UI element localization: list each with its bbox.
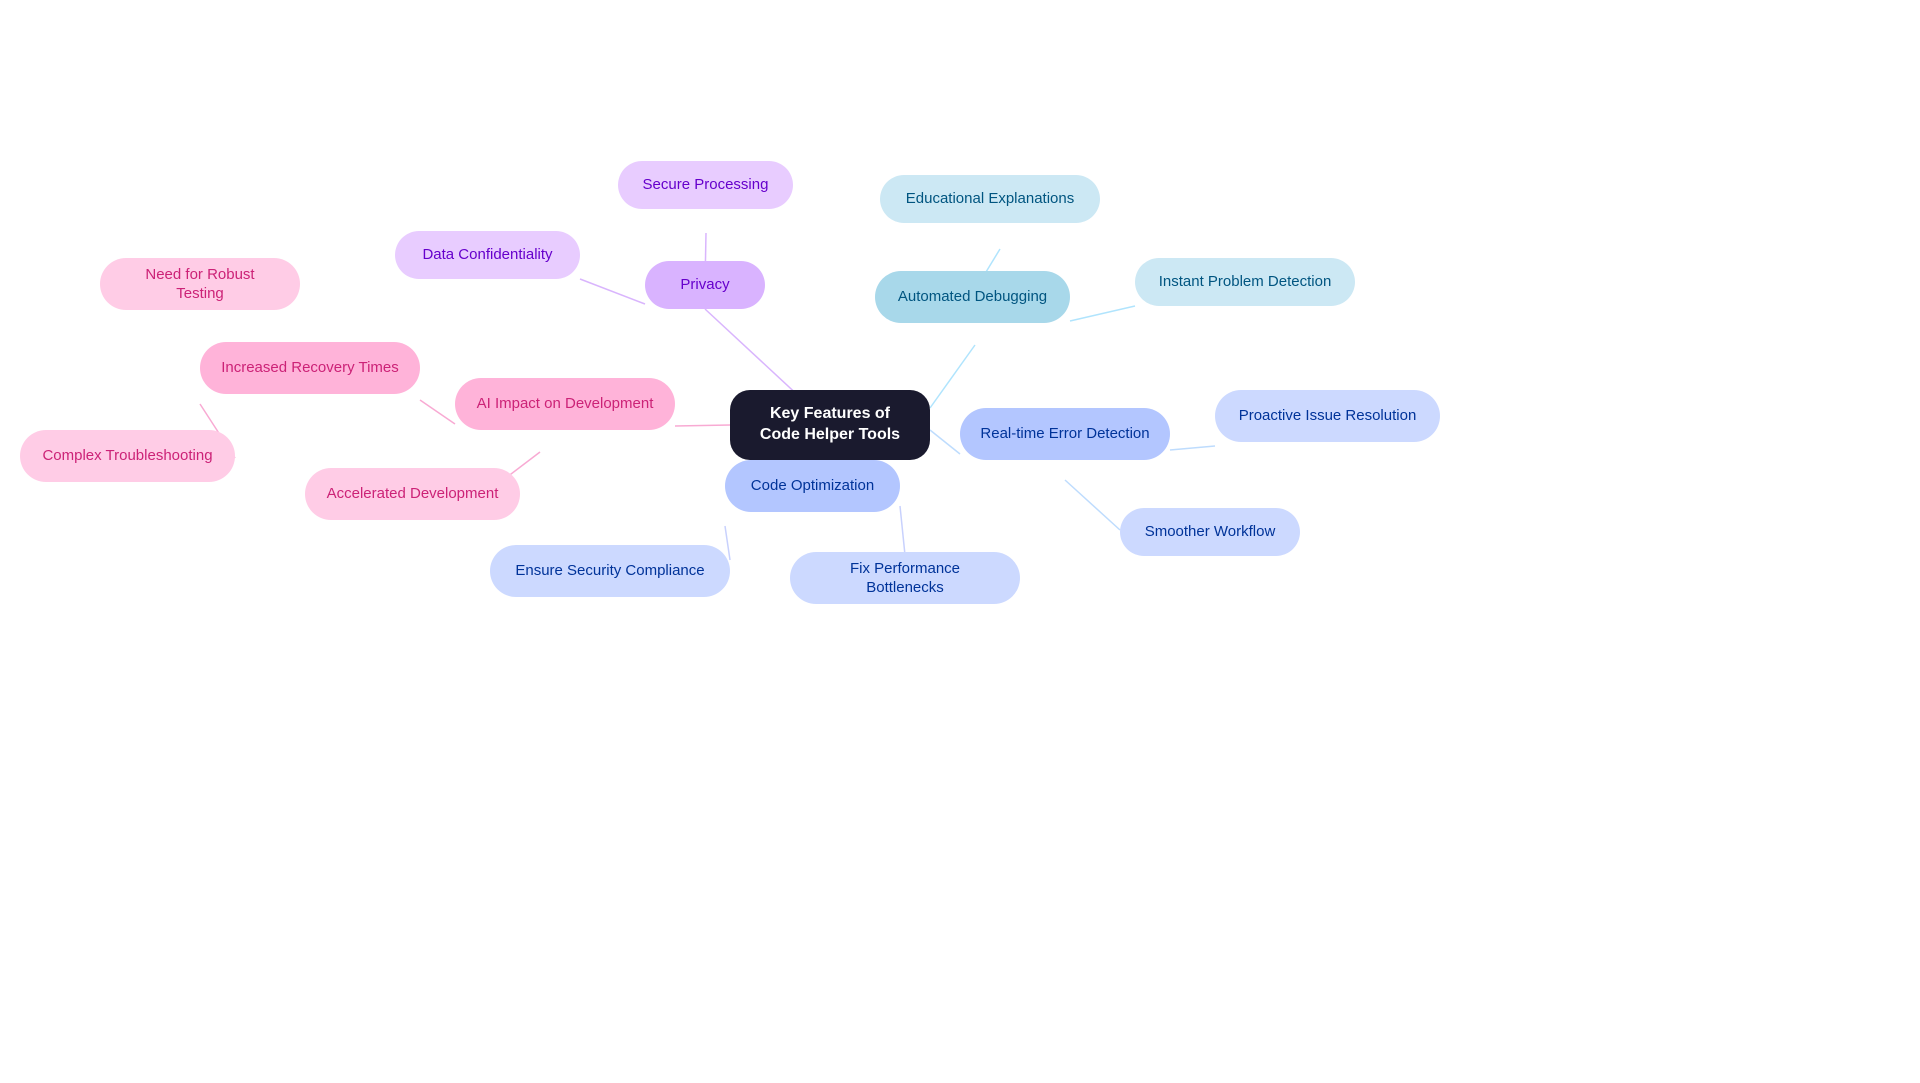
automated-debugging-node: Automated Debugging bbox=[875, 271, 1070, 323]
instant-problem-detection-node: Instant Problem Detection bbox=[1135, 258, 1355, 306]
accelerated-development-label: Accelerated Development bbox=[327, 484, 499, 504]
real-time-error-label: Real-time Error Detection bbox=[980, 424, 1149, 444]
secure-processing-node: Secure Processing bbox=[618, 161, 793, 209]
educational-explanations-label: Educational Explanations bbox=[906, 189, 1074, 209]
smoother-workflow-label: Smoother Workflow bbox=[1145, 522, 1276, 542]
ai-impact-node: AI Impact on Development bbox=[455, 378, 675, 430]
data-confidentiality-label: Data Confidentiality bbox=[422, 245, 552, 265]
ai-impact-label: AI Impact on Development bbox=[477, 394, 654, 414]
privacy-node: Privacy bbox=[645, 261, 765, 309]
secure-processing-label: Secure Processing bbox=[643, 175, 769, 195]
real-time-error-node: Real-time Error Detection bbox=[960, 408, 1170, 460]
need-robust-testing-label: Need for Robust Testing bbox=[120, 265, 280, 304]
accelerated-development-node: Accelerated Development bbox=[305, 468, 520, 520]
ensure-security-label: Ensure Security Compliance bbox=[515, 561, 704, 581]
fix-performance-node: Fix Performance Bottlenecks bbox=[790, 552, 1020, 604]
proactive-issue-label: Proactive Issue Resolution bbox=[1239, 406, 1417, 426]
ensure-security-node: Ensure Security Compliance bbox=[490, 545, 730, 597]
need-robust-testing-node: Need for Robust Testing bbox=[100, 258, 300, 310]
privacy-label: Privacy bbox=[680, 275, 729, 295]
center-label: Key Features of Code Helper Tools bbox=[750, 404, 910, 446]
educational-explanations-node: Educational Explanations bbox=[880, 175, 1100, 223]
code-optimization-node: Code Optimization bbox=[725, 460, 900, 512]
center-node: Key Features of Code Helper Tools bbox=[730, 390, 930, 460]
increased-recovery-label: Increased Recovery Times bbox=[221, 358, 399, 378]
automated-debugging-label: Automated Debugging bbox=[898, 287, 1047, 307]
instant-problem-detection-label: Instant Problem Detection bbox=[1159, 272, 1332, 292]
complex-troubleshooting-label: Complex Troubleshooting bbox=[42, 446, 212, 466]
data-confidentiality-node: Data Confidentiality bbox=[395, 231, 580, 279]
smoother-workflow-node: Smoother Workflow bbox=[1120, 508, 1300, 556]
fix-performance-label: Fix Performance Bottlenecks bbox=[810, 559, 1000, 598]
code-optimization-label: Code Optimization bbox=[751, 476, 874, 496]
proactive-issue-node: Proactive Issue Resolution bbox=[1215, 390, 1440, 442]
complex-troubleshooting-node: Complex Troubleshooting bbox=[20, 430, 235, 482]
increased-recovery-node: Increased Recovery Times bbox=[200, 342, 420, 394]
